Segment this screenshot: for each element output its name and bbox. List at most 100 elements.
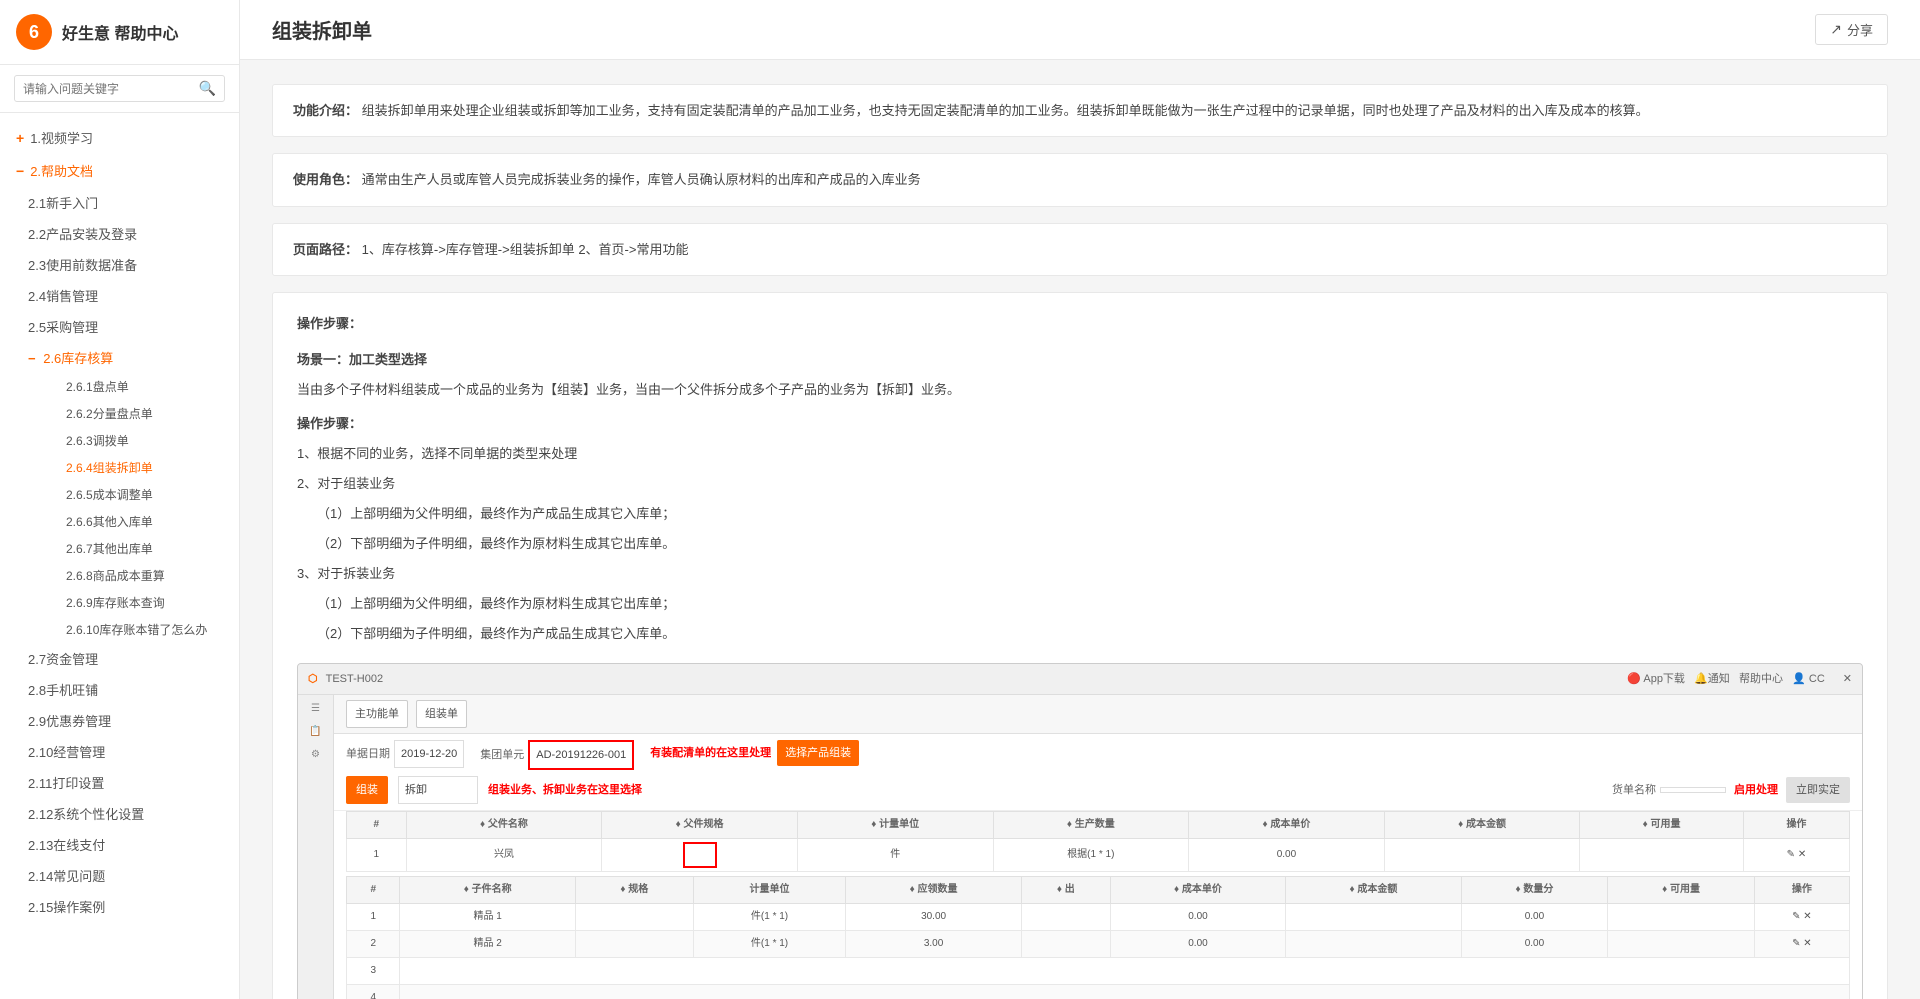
mockup-btn-add: 主功能单	[346, 700, 408, 728]
mockup-sub-input	[1660, 787, 1726, 793]
mockup-th-avail: ♦ 可用量	[1580, 812, 1744, 839]
sidebar-item-2-6[interactable]: − 2.6库存核算	[28, 342, 239, 373]
sidebar-item-2-7[interactable]: 2.7资金管理	[28, 643, 239, 674]
sidebar-item-2-6-4[interactable]: 2.6.4组装拆卸单	[52, 454, 239, 481]
mockup-annotation1: 有装配清单的在这里处理	[650, 742, 771, 764]
sidebar-item-2-6-3[interactable]: 2.6.3调拨单	[52, 427, 239, 454]
scene1-step3a: （1）上部明细为父件明细，最终作为原材料生成其它出库单；	[297, 591, 1863, 617]
table-row: 4	[347, 985, 1850, 999]
mockup-order-label: 集团单元	[480, 744, 524, 766]
sidebar-item-2-10[interactable]: 2.10经营管理	[28, 736, 239, 767]
steps-title: 操作步骤：	[297, 316, 362, 331]
role-text: 通常由生产人员或库管人员完成拆装业务的操作，库管人员确认原材料的出库和产成品的入…	[362, 172, 921, 187]
scene1-step3b: （2）下部明细为子件明细，最终作为产成品生成其它入库单。	[297, 621, 1863, 647]
mockup-sidebar-icons: ☰ 📋 ⚙	[298, 695, 334, 999]
mockup-title: TEST-H002	[326, 668, 383, 690]
logo-icon: 6	[16, 14, 52, 50]
sidebar-item-2-2[interactable]: 2.2产品安装及登录	[28, 218, 239, 249]
nav-section-2: − 2.帮助文档 2.1新手入门 2.2产品安装及登录 2.3使用前数据准备 2…	[0, 154, 239, 922]
steps-block: 操作步骤： 场景一：加工类型选择 当由多个子件材料组装成一个成品的业务为【组装】…	[272, 292, 1888, 999]
scene1-step2b: （2）下部明细为子件明细，最终作为原材料生成其它出库单。	[297, 531, 1863, 557]
sidebar-item-2-5[interactable]: 2.5采购管理	[28, 311, 239, 342]
sidebar-item-2-14[interactable]: 2.14常见问题	[28, 860, 239, 891]
sidebar-item-2-1[interactable]: 2.1新手入门	[28, 187, 239, 218]
mockup-titlebar: ⬡ TEST-H002 🔴 App下载 🔔通知 帮助中心 👤 CC ✕	[298, 664, 1862, 695]
mockup-confirm-btn: 立即实定	[1786, 777, 1850, 803]
scene1-title: 场景一：加工类型选择	[297, 352, 427, 367]
table-row: 3	[347, 958, 1850, 985]
sidebar-item-2-6-1[interactable]: 2.6.1盘点单	[52, 373, 239, 400]
scene1-step3: 3、对于拆装业务	[297, 561, 1863, 587]
sidebar-label-1: 1.视频学习	[30, 128, 93, 147]
scene1-step2: 2、对于组装业务	[297, 471, 1863, 497]
sidebar-item-2-6-2[interactable]: 2.6.2分量盘点单	[52, 400, 239, 427]
mockup-date-label: 单据日期	[346, 743, 390, 765]
sidebar-item-2-8[interactable]: 2.8手机旺铺	[28, 674, 239, 705]
mockup-table1-area: # ♦ 父件名称 ♦ 父件规格 ♦ 计量单位 ♦ 生产数量 ♦ 成本单价 ♦ 成…	[334, 811, 1862, 876]
share-button[interactable]: ↗ 分享	[1815, 14, 1888, 45]
sidebar-item-2[interactable]: − 2.帮助文档	[0, 154, 239, 187]
mockup-th-ops: 操作	[1743, 812, 1849, 839]
search-area: 🔍	[0, 65, 239, 113]
search-box: 🔍	[14, 75, 225, 102]
sidebar-item-2-6-10[interactable]: 2.6.10库存账本错了怎么办	[52, 616, 239, 643]
mockup-table2-area: # ♦ 子件名称 ♦ 规格 计量单位 ♦ 应领数量 ♦ 出 ♦ 成本单价 ♦ 成…	[334, 876, 1862, 999]
sidebar-item-2-6-5[interactable]: 2.6.5成本调整单	[52, 481, 239, 508]
mockup-icons: 🔴 App下载 🔔通知 帮助中心 👤 CC	[1627, 668, 1825, 690]
role-block: 使用角色： 通常由生产人员或库管人员完成拆装业务的操作，库管人员确认原材料的出库…	[272, 153, 1888, 206]
logo-area: 6 好生意 帮助中心	[0, 0, 239, 65]
table-row: 2 精品 2 件(1 * 1) 3.00 0.00 0.00	[347, 931, 1850, 958]
mockup-annotation1-area: 有装配清单的在这里处理 选择产品组装	[650, 740, 859, 766]
mockup-th-cost-amt: ♦ 成本金额	[1384, 812, 1580, 839]
main-header: 组装拆卸单 ↗ 分享	[240, 0, 1920, 60]
share-icon: ↗	[1830, 21, 1842, 38]
function-intro-label: 功能介绍：	[293, 103, 358, 118]
mockup-logo: ⬡	[308, 668, 318, 690]
sidebar-item-2-12[interactable]: 2.12系统个性化设置	[28, 798, 239, 829]
mockup-type-dropdown: 拆卸	[398, 776, 478, 804]
mockup-btn-save: 组装单	[416, 700, 467, 728]
sidebar-item-2-15[interactable]: 2.15操作案例	[28, 891, 239, 922]
mockup-toolbar-area: ☰ 📋 ⚙ 主功能单 组装单	[298, 695, 1862, 999]
sidebar-item-2-11[interactable]: 2.11打印设置	[28, 767, 239, 798]
collapse-icon-2-6: −	[28, 351, 36, 366]
mockup-icon-2: 📋	[309, 722, 321, 742]
main-area: 组装拆卸单 ↗ 分享 功能介绍： 组装拆卸单用来处理企业组装或拆卸等加工业务，支…	[240, 0, 1920, 999]
mockup-main-content: 主功能单 组装单 单据日期 2019-12-20	[334, 695, 1862, 999]
sidebar-item-2-13[interactable]: 2.13在线支付	[28, 829, 239, 860]
nav-children-2: 2.1新手入门 2.2产品安装及登录 2.3使用前数据准备 2.4销售管理 2.…	[0, 187, 239, 922]
sidebar-item-2-6-7[interactable]: 2.6.7其他出库单	[52, 535, 239, 562]
function-intro-text: 组装拆卸单用来处理企业组装或拆卸等加工业务，支持有固定装配清单的产品加工业务，也…	[362, 103, 1649, 118]
mockup-th-cost-price: ♦ 成本单价	[1189, 812, 1385, 839]
table-row: 1 兴凤 件 根据(1 * 1) 0.00 ✎ ✕	[347, 839, 1850, 872]
mockup-th-parent-spec: ♦ 父件规格	[602, 812, 798, 839]
sidebar-item-2-6-8[interactable]: 2.6.8商品成本重算	[52, 562, 239, 589]
mockup-table1: # ♦ 父件名称 ♦ 父件规格 ♦ 计量单位 ♦ 生产数量 ♦ 成本单价 ♦ 成…	[346, 811, 1850, 872]
mockup-order-value: AD-20191226-001	[528, 740, 634, 770]
page-title: 组装拆卸单	[272, 15, 372, 44]
sidebar-item-2-3[interactable]: 2.3使用前数据准备	[28, 249, 239, 280]
sidebar-item-2-6-6[interactable]: 2.6.6其他入库单	[52, 508, 239, 535]
scene1-desc: 当由多个子件材料组装成一个成品的业务为【组装】业务，当由一个父件拆分成多个子产品…	[297, 377, 1863, 403]
expand-icon-1: +	[16, 130, 24, 146]
mockup-subname-area: 货单名称 启用处理 立即实定	[1612, 777, 1850, 803]
mockup-btn1: 选择产品组装	[777, 740, 859, 766]
sidebar-label-2: 2.帮助文档	[30, 161, 93, 180]
path-label: 页面路径：	[293, 242, 358, 257]
sidebar-item-2-4[interactable]: 2.4销售管理	[28, 280, 239, 311]
mockup-type-row: 组装 拆卸 组装业务、拆卸业务在这里选择 货单名称 启用处理 立即实定	[346, 776, 1850, 804]
search-input[interactable]	[23, 82, 199, 96]
sidebar-item-1[interactable]: + 1.视频学习	[0, 121, 239, 154]
mockup-icon-3: ⚙	[311, 745, 320, 765]
mockup-sub-label: 货单名称	[1612, 779, 1656, 801]
mockup-icon-1: ☰	[311, 699, 320, 719]
sidebar-item-2-9[interactable]: 2.9优惠券管理	[28, 705, 239, 736]
nav-area: + 1.视频学习 − 2.帮助文档 2.1新手入门 2.2产品安装及登录 2.3…	[0, 113, 239, 999]
scene1-step2a: （1）上部明细为父件明细，最终作为产成品生成其它入库单；	[297, 501, 1863, 527]
search-icon[interactable]: 🔍	[199, 80, 216, 97]
screenshot-mockup: ⬡ TEST-H002 🔴 App下载 🔔通知 帮助中心 👤 CC ✕ ☰ 📋 …	[297, 663, 1863, 999]
role-label: 使用角色：	[293, 172, 358, 187]
path-text: 1、库存核算->库存管理->组装拆卸单 2、首页->常用功能	[362, 242, 689, 257]
content-area: 功能介绍： 组装拆卸单用来处理企业组装或拆卸等加工业务，支持有固定装配清单的产品…	[240, 60, 1920, 999]
sidebar-item-2-6-9[interactable]: 2.6.9库存账本查询	[52, 589, 239, 616]
